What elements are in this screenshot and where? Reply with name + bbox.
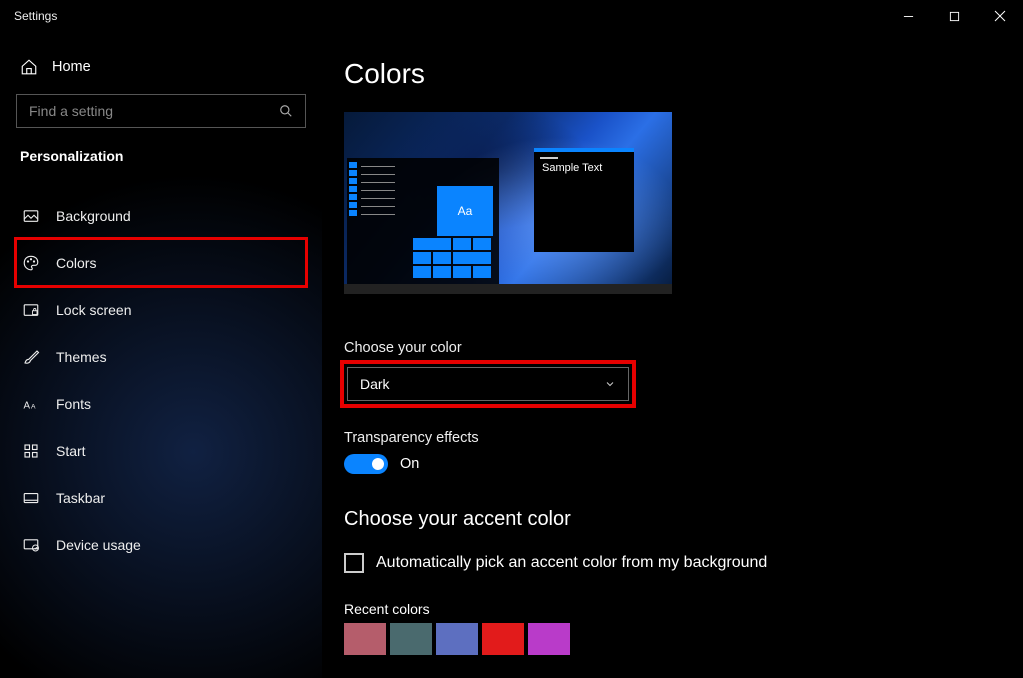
minimize-icon bbox=[903, 11, 914, 22]
transparency-toggle[interactable] bbox=[344, 454, 388, 474]
svg-text:A: A bbox=[31, 403, 36, 410]
sidebar-item-label: Background bbox=[56, 208, 131, 224]
auto-accent-checkbox[interactable] bbox=[344, 553, 364, 573]
picture-icon bbox=[22, 207, 40, 225]
nav-list: Background Colors Lock screen Themes AA … bbox=[16, 192, 306, 568]
theme-preview: Aa Sample Text bbox=[344, 112, 672, 294]
taskbar-icon bbox=[22, 489, 40, 507]
recent-color-swatch[interactable] bbox=[436, 623, 478, 655]
recent-color-swatch[interactable] bbox=[344, 623, 386, 655]
window-controls bbox=[885, 0, 1023, 32]
chevron-down-icon bbox=[604, 378, 616, 390]
recent-colors-label: Recent colors bbox=[344, 601, 1023, 617]
transparency-state: On bbox=[400, 456, 419, 472]
choose-color-dropdown[interactable]: Dark bbox=[347, 367, 629, 401]
sidebar-item-label: Lock screen bbox=[56, 302, 131, 318]
recent-color-swatch[interactable] bbox=[482, 623, 524, 655]
choose-color-label: Choose your color bbox=[344, 340, 1023, 356]
preview-tile-grid bbox=[413, 238, 491, 278]
sidebar-item-lock-screen[interactable]: Lock screen bbox=[16, 286, 306, 333]
sidebar-section-label: Personalization bbox=[20, 148, 302, 164]
preview-menu-lines bbox=[361, 166, 395, 215]
search-input[interactable]: Find a setting bbox=[16, 94, 306, 128]
preview-sample-text: Sample Text bbox=[542, 162, 602, 174]
sidebar-item-colors[interactable]: Colors bbox=[16, 239, 306, 286]
accent-heading: Choose your accent color bbox=[344, 508, 1023, 531]
start-grid-icon bbox=[22, 442, 40, 460]
page-title: Colors bbox=[344, 58, 1023, 90]
auto-accent-label: Automatically pick an accent color from … bbox=[376, 554, 767, 572]
sidebar-item-label: Fonts bbox=[56, 396, 91, 412]
search-placeholder: Find a setting bbox=[29, 103, 113, 119]
preview-palette-strip bbox=[349, 162, 357, 216]
sidebar-item-start[interactable]: Start bbox=[16, 427, 306, 474]
sidebar-item-label: Device usage bbox=[56, 537, 141, 553]
preview-taskbar bbox=[344, 284, 672, 294]
svg-text:A: A bbox=[24, 400, 31, 411]
brush-icon bbox=[22, 348, 40, 366]
minimize-button[interactable] bbox=[885, 0, 931, 32]
preview-tile-aa: Aa bbox=[437, 186, 493, 236]
window-title: Settings bbox=[14, 9, 57, 23]
toggle-knob bbox=[372, 458, 384, 470]
sidebar-item-label: Start bbox=[56, 443, 86, 459]
preview-sample-window: Sample Text bbox=[534, 148, 634, 252]
search-icon bbox=[279, 104, 293, 118]
recent-color-swatch[interactable] bbox=[528, 623, 570, 655]
home-icon bbox=[20, 58, 38, 76]
content-area: Colors Aa Sample Text Choose your color bbox=[322, 32, 1023, 678]
sidebar-item-taskbar[interactable]: Taskbar bbox=[16, 474, 306, 521]
sidebar-item-label: Taskbar bbox=[56, 490, 105, 506]
choose-color-highlight: Dark bbox=[344, 364, 632, 404]
title-bar: Settings bbox=[0, 0, 1023, 32]
sidebar-item-themes[interactable]: Themes bbox=[16, 333, 306, 380]
fonts-icon: AA bbox=[22, 395, 40, 413]
device-usage-icon bbox=[22, 536, 40, 554]
recent-color-swatch[interactable] bbox=[390, 623, 432, 655]
maximize-button[interactable] bbox=[931, 0, 977, 32]
sidebar-item-fonts[interactable]: AA Fonts bbox=[16, 380, 306, 427]
close-icon bbox=[994, 10, 1006, 22]
sidebar: Home Find a setting Personalization Back… bbox=[0, 32, 322, 678]
maximize-icon bbox=[949, 11, 960, 22]
sidebar-item-label: Colors bbox=[56, 255, 96, 271]
sidebar-item-label: Themes bbox=[56, 349, 107, 365]
home-label: Home bbox=[52, 59, 91, 75]
preview-start-menu: Aa bbox=[347, 158, 499, 284]
home-nav[interactable]: Home bbox=[16, 52, 306, 94]
sidebar-item-device-usage[interactable]: Device usage bbox=[16, 521, 306, 568]
palette-icon bbox=[22, 254, 40, 272]
recent-colors-row bbox=[344, 623, 1023, 655]
transparency-label: Transparency effects bbox=[344, 430, 1023, 446]
sidebar-item-background[interactable]: Background bbox=[16, 192, 306, 239]
preview-window-handle bbox=[540, 157, 558, 159]
close-button[interactable] bbox=[977, 0, 1023, 32]
lock-screen-icon bbox=[22, 301, 40, 319]
choose-color-value: Dark bbox=[360, 376, 390, 392]
